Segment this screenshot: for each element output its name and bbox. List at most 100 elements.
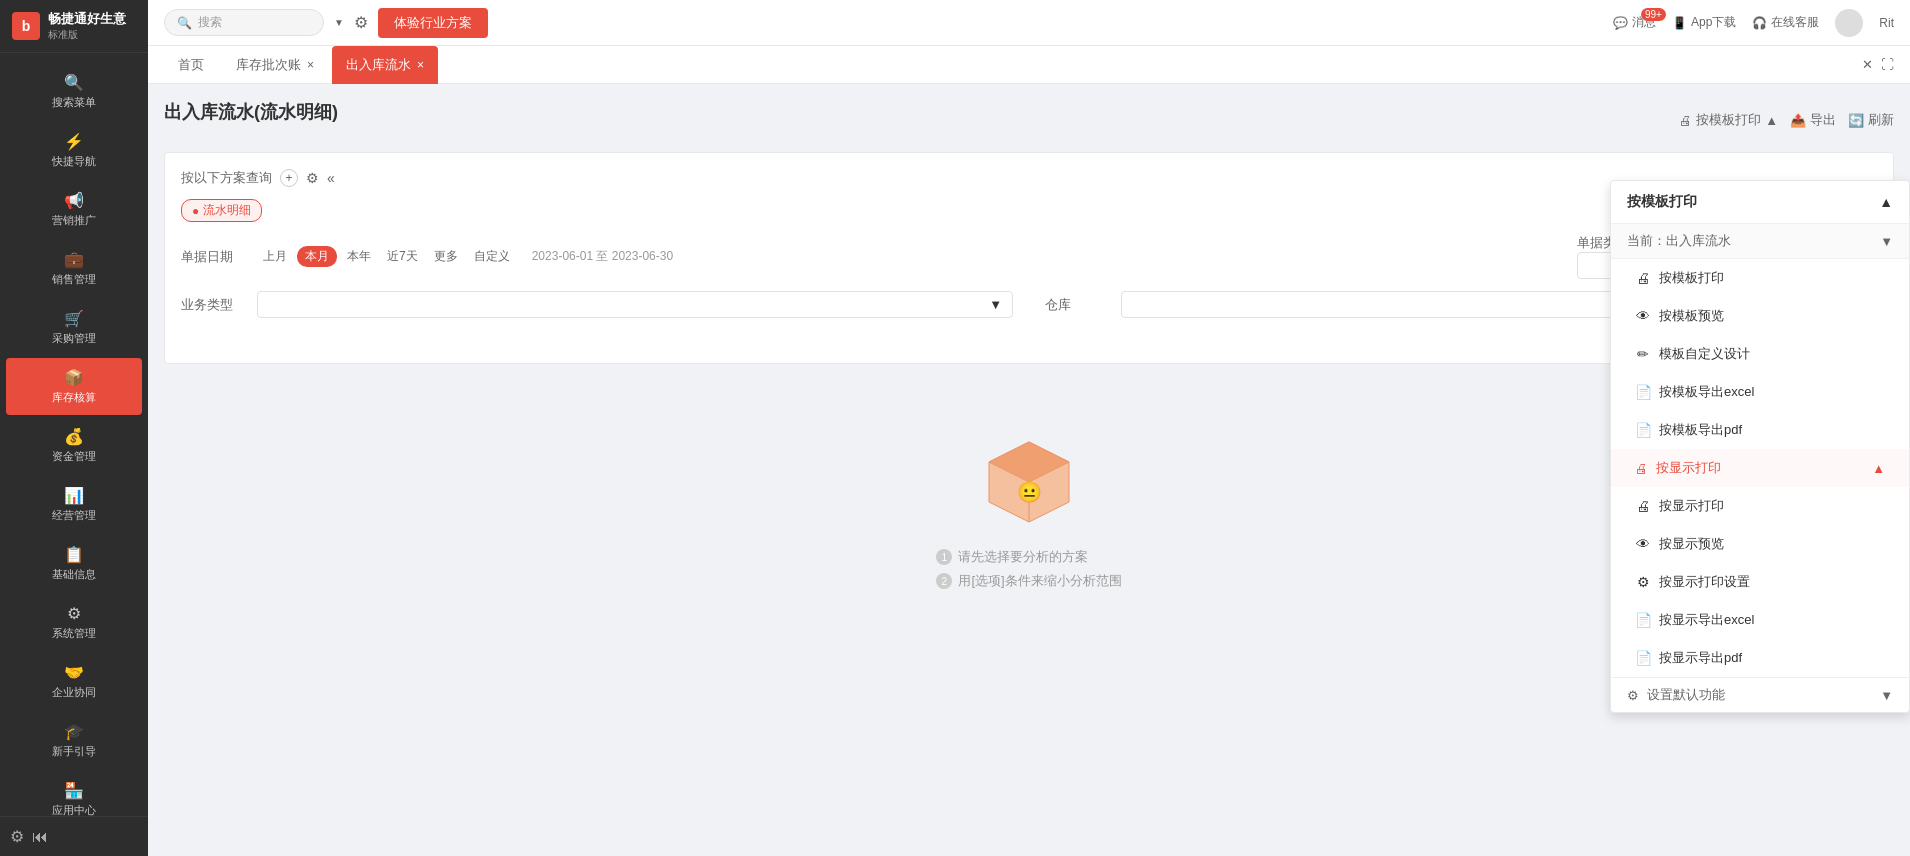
sidebar-item-finance[interactable]: 💰资金管理 [6, 417, 142, 474]
print-template-btn[interactable]: 🖨 按模板打印 ▲ [1679, 111, 1778, 129]
topbar-search-box[interactable]: 🔍 搜索 [164, 9, 324, 36]
service-label: 在线客服 [1771, 14, 1819, 31]
service-icon: 🎧 [1752, 16, 1767, 30]
dropdown-title: 按模板打印 [1627, 193, 1697, 211]
dropdown-current-label: 当前：出入库流水 [1627, 232, 1731, 250]
user-avatar[interactable] [1835, 9, 1863, 37]
sidebar-item-appstore[interactable]: 🏪应用中心 [6, 771, 142, 816]
topbar-dropdown-arrow[interactable]: ▼ [334, 17, 344, 28]
dropdown-item-template-print[interactable]: 🖨 按模板打印 [1611, 259, 1909, 297]
settings-filter-icon[interactable]: ⚙ [306, 170, 319, 186]
filter-tag-item[interactable]: ● 流水明细 [181, 199, 262, 222]
print-dropdown-panel: 按模板打印 ▲ 当前：出入库流水 ▼ 🖨按模板打印👁按模板预览✏模板自定义设计📄… [1610, 180, 1910, 713]
app-logo-text: 畅捷通好生意 标准版 [48, 10, 126, 42]
sidebar-item-quick[interactable]: ⚡快捷导航 [6, 122, 142, 179]
tab-flow[interactable]: 出入库流水 × [332, 46, 438, 84]
dropdown-item-display-preview[interactable]: 👁按显示预览 [1611, 525, 1909, 563]
dropdown-item-display-print-settings[interactable]: ⚙按显示打印设置 [1611, 563, 1909, 601]
sidebar-item-sales[interactable]: 💼销售管理 [6, 240, 142, 297]
dropdown-footer[interactable]: ⚙ 设置默认功能 ▼ [1611, 677, 1909, 712]
dropdown-section-display-print-header[interactable]: 🖨按显示打印▲ [1611, 449, 1909, 487]
sidebar-icon-marketing: 📢 [64, 191, 84, 210]
dropdown-item-display-pdf[interactable]: 📄按显示导出pdf [1611, 639, 1909, 677]
sidebar-item-search[interactable]: 🔍搜索菜单 [6, 63, 142, 120]
collapse-icon[interactable]: ⏮ [32, 828, 48, 846]
export-label: 导出 [1810, 111, 1836, 129]
sidebar-item-operation[interactable]: 📊 经营管理 [6, 476, 142, 533]
dropdown-item-display-excel[interactable]: 📄按显示导出excel [1611, 601, 1909, 639]
sidebar-icon-operation: 📊 [64, 486, 84, 505]
sidebar-icon-inventory: 📦 [64, 368, 84, 387]
topbar-gear-icon[interactable]: ⚙ [354, 13, 368, 32]
sidebar-icon-partner: 🤝 [64, 663, 84, 682]
topbar-app-download[interactable]: 📱 App下载 [1672, 14, 1736, 31]
filter-tag-label: 流水明细 [203, 202, 251, 219]
add-filter-icon[interactable]: + [280, 169, 298, 187]
sidebar-item-basic[interactable]: 📋基础信息 [6, 535, 142, 592]
dropdown-current-item: 当前：出入库流水 ▼ [1611, 224, 1909, 259]
tip-text-1: 请先选择要分析的方案 [958, 548, 1088, 566]
username: Rit [1879, 16, 1894, 30]
item-icon-template-print: 🖨 [1635, 270, 1651, 286]
date-label: 单据日期 [181, 248, 241, 266]
sidebar-item-purchase[interactable]: 🛒 采购管理 [6, 299, 142, 356]
tab-controls: ✕ ⛶ [1862, 57, 1894, 72]
dropdown-item-display-print[interactable]: 🖨按显示打印 [1611, 487, 1909, 525]
tab-close-batch[interactable]: × [307, 58, 314, 72]
sidebar-item-inventory[interactable]: 📦库存核算 [6, 358, 142, 415]
dropdown-item-template-custom[interactable]: ✏模板自定义设计 [1611, 335, 1909, 373]
date-btn-自定义[interactable]: 自定义 [468, 246, 516, 267]
sidebar-icon-quick: ⚡ [64, 132, 84, 151]
topbar-message[interactable]: 💬 消息 99+ [1613, 14, 1656, 31]
date-btn-本月[interactable]: 本月 [297, 246, 337, 267]
item-icon-template-custom: ✏ [1635, 346, 1651, 362]
app-icon: 📱 [1672, 16, 1687, 30]
sidebar-item-guide[interactable]: 🎓新手引导 [6, 712, 142, 769]
dropdown-header: 按模板打印 ▲ [1611, 181, 1909, 224]
refresh-btn[interactable]: 🔄 刷新 [1848, 111, 1894, 129]
dropdown-item-template-preview[interactable]: 👁按模板预览 [1611, 297, 1909, 335]
settings-icon[interactable]: ⚙ [10, 827, 24, 846]
tag-filter: ● 流水明细 [181, 199, 262, 222]
dropdown-item-template-excel[interactable]: 📄按模板导出excel [1611, 373, 1909, 411]
dropdown-item-template-pdf[interactable]: 📄按模板导出pdf [1611, 411, 1909, 449]
tab-close-all-icon[interactable]: ✕ [1862, 57, 1873, 72]
search-icon: 🔍 [177, 16, 192, 30]
tab-expand-icon[interactable]: ⛶ [1881, 57, 1894, 72]
sidebar-label-purchase: 采购管理 [52, 331, 96, 346]
date-btn-近7天[interactable]: 近7天 [381, 246, 424, 267]
biz-select-arrow: ▼ [989, 297, 1002, 312]
topbar-online-service[interactable]: 🎧 在线客服 [1752, 14, 1819, 31]
sidebar-icon-system: ⚙ [67, 604, 81, 623]
date-btn-更多[interactable]: 更多 [428, 246, 464, 267]
tab-close-flow[interactable]: × [417, 58, 424, 72]
item-label-template-print: 按模板打印 [1659, 269, 1724, 287]
sidebar-label-appstore: 应用中心 [52, 803, 96, 816]
tab-home[interactable]: 首页 [164, 46, 218, 84]
sidebar-item-marketing[interactable]: 📢营销推广 [6, 181, 142, 238]
industry-btn[interactable]: 体验行业方案 [378, 8, 488, 38]
tip-text-2: 用[选项]条件来缩小分析范围 [958, 572, 1121, 590]
sidebar-label-operation: 经营管理 [52, 508, 96, 523]
sidebar-icon-purchase: 🛒 [64, 309, 84, 328]
sidebar: b 畅捷通好生意 标准版 🔍搜索菜单⚡快捷导航📢营销推广💼销售管理🛒采购管理📦库… [0, 0, 148, 856]
item-icon-display-print: 🖨 [1635, 498, 1651, 514]
warehouse-label: 仓库 [1045, 296, 1105, 314]
item-icon-display-excel: 📄 [1635, 612, 1651, 628]
biz-select[interactable]: ▼ [257, 291, 1013, 318]
sidebar-bottom: ⚙ ⏮ [0, 816, 148, 856]
sidebar-item-system[interactable]: ⚙系统管理 [6, 594, 142, 651]
date-btn-本年[interactable]: 本年 [341, 246, 377, 267]
collapse-filter-icon[interactable]: « [327, 170, 335, 186]
item-icon-display-print-settings: ⚙ [1635, 574, 1651, 590]
sidebar-nav: 🔍搜索菜单⚡快捷导航📢营销推广💼销售管理 🛒 采购管理 📦库存核算💰资金管理 📊 经营管理… [0, 53, 148, 816]
export-icon: 📤 [1790, 113, 1806, 128]
export-btn[interactable]: 📤 导出 [1790, 111, 1836, 129]
sidebar-item-partner[interactable]: 🤝企业协同 [6, 653, 142, 710]
tip-num-1: 1 [936, 549, 952, 565]
dropdown-collapse-arrow[interactable]: ▲ [1879, 194, 1893, 210]
settings-default-arrow: ▼ [1880, 688, 1893, 703]
section-arrow-display-print-header: ▲ [1872, 461, 1885, 476]
tab-batch[interactable]: 库存批次账 × [222, 46, 328, 84]
date-btn-上月[interactable]: 上月 [257, 246, 293, 267]
